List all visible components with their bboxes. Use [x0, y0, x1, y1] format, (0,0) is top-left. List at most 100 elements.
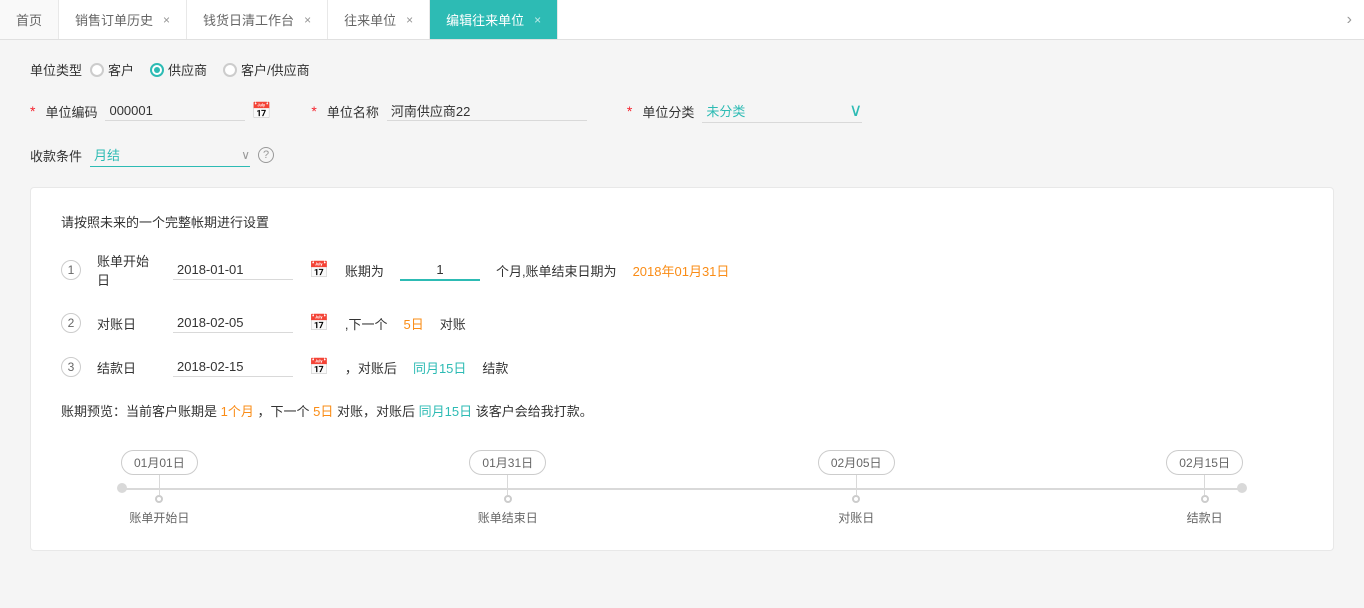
payment-terms-label: 收款条件	[30, 146, 82, 165]
payment-desc-highlight: 同月15日	[413, 358, 466, 377]
row-label-1: 账单开始日	[97, 251, 157, 289]
row-number-3: 3	[61, 357, 81, 377]
period-settings-card: 请按照未来的一个完整帐期进行设置 1 账单开始日 📅 账期为 个月,账单结束日期…	[30, 187, 1334, 551]
tab-partner-units-label: 往来单位	[344, 10, 396, 29]
unit-info-row: * 单位编码 📅 * 单位名称 * 单位分类 未分类 ∨	[30, 99, 1334, 123]
preview-part3: 同月15日	[419, 404, 472, 419]
row-number-1: 1	[61, 260, 81, 280]
payment-terms-select[interactable]: 月结 ∨	[90, 143, 250, 167]
tab-partner-units[interactable]: 往来单位 ×	[328, 0, 430, 39]
chevron-right-icon: ›	[1347, 11, 1352, 29]
reconcile-date-input[interactable]	[173, 313, 293, 333]
timeline-point-4: 02月15日 结款日	[1166, 450, 1243, 526]
unit-code-star: *	[30, 103, 35, 119]
unit-code-label: 单位编码	[45, 102, 97, 121]
row-label-3: 结款日	[97, 358, 157, 377]
unit-type-radio-group: 客户 供应商 客户/供应商	[90, 60, 310, 79]
tab-cash-ledger-label: 钱货日清工作台	[203, 10, 294, 29]
preview-part2: 5日	[313, 404, 333, 419]
radio-both[interactable]: 客户/供应商	[223, 60, 310, 79]
timeline-points: 01月01日 账单开始日 01月31日 账单结束日 02月05日	[121, 450, 1243, 526]
start-date-input[interactable]	[173, 260, 293, 280]
payment-terms-arrow: ∨	[241, 148, 250, 162]
start-date-calendar-icon[interactable]: 📅	[309, 260, 329, 280]
setting-row-1: 1 账单开始日 📅 账期为 个月,账单结束日期为 2018年01月31日	[61, 251, 1303, 289]
setting-row-3: 3 结款日 📅 ，对账后 同月15日 结款	[61, 357, 1303, 377]
period-value-input[interactable]	[400, 260, 480, 281]
payment-terms-value: 月结	[90, 143, 241, 166]
timeline-dot-3	[852, 495, 860, 503]
timeline-badge-3: 02月05日	[818, 450, 895, 475]
unit-code-field: * 单位编码 📅	[30, 101, 271, 121]
timeline-dot-4	[1201, 495, 1209, 503]
unit-name-field: * 单位名称	[311, 101, 586, 121]
tab-edit-partner-close[interactable]: ×	[534, 13, 541, 27]
preview-mid2: 对账，对账后	[337, 404, 415, 419]
radio-supplier-circle	[150, 63, 164, 77]
payment-date-calendar-icon[interactable]: 📅	[309, 357, 329, 377]
payment-date-input[interactable]	[173, 357, 293, 377]
unit-type-field: 单位类型 客户 供应商 客户/供应商	[30, 60, 310, 79]
timeline-label-3: 对账日	[838, 509, 874, 526]
card-title: 请按照未来的一个完整帐期进行设置	[61, 212, 1303, 231]
row-label-2: 对账日	[97, 314, 157, 333]
preview-part1: 1个月	[221, 404, 254, 419]
tab-home[interactable]: 首页	[0, 0, 59, 39]
radio-customer-circle	[90, 63, 104, 77]
setting-row-2: 2 对账日 📅 ,下一个 5日 对账	[61, 313, 1303, 333]
tab-cash-ledger-close[interactable]: ×	[304, 13, 311, 27]
timeline-line-2	[507, 475, 508, 495]
tabs-bar: 首页 销售订单历史 × 钱货日清工作台 × 往来单位 × 编辑往来单位 × ›	[0, 0, 1364, 40]
reconcile-desc-suffix: 对账	[440, 314, 466, 333]
timeline-label-1: 账单开始日	[129, 509, 189, 526]
tab-cash-ledger[interactable]: 钱货日清工作台 ×	[187, 0, 328, 39]
unit-category-field: * 单位分类 未分类 ∨	[627, 99, 862, 123]
unit-type-label: 单位类型	[30, 60, 82, 79]
tab-edit-partner-label: 编辑往来单位	[446, 10, 524, 29]
tab-edit-partner[interactable]: 编辑往来单位 ×	[430, 0, 558, 39]
reconcile-desc-highlight: 5日	[404, 314, 424, 333]
timeline-dot-1	[155, 495, 163, 503]
unit-name-star: *	[311, 103, 316, 119]
timeline-point-1: 01月01日 账单开始日	[121, 450, 198, 526]
tab-sales-history-label: 销售订单历史	[75, 10, 153, 29]
unit-category-star: *	[627, 103, 632, 119]
unit-name-label: 单位名称	[327, 102, 379, 121]
timeline-line-1	[159, 475, 160, 495]
preview-label: 账期预览：当前客户账期是	[61, 404, 217, 419]
timeline-wrapper: 01月01日 账单开始日 01月31日 账单结束日 02月05日	[61, 450, 1303, 526]
unit-type-row: 单位类型 客户 供应商 客户/供应商	[30, 60, 1334, 79]
timeline-badge-4: 02月15日	[1166, 450, 1243, 475]
preview-mid1: ，下一个	[258, 404, 310, 419]
period-prefix: 账期为	[345, 261, 384, 280]
radio-both-circle	[223, 63, 237, 77]
radio-customer-label: 客户	[108, 60, 134, 79]
tab-sales-history-close[interactable]: ×	[163, 13, 170, 27]
unit-category-select[interactable]: 未分类 ∨	[702, 99, 862, 123]
payment-terms-help-icon[interactable]: ?	[258, 147, 274, 163]
row-number-2: 2	[61, 313, 81, 333]
timeline-badge-2: 01月31日	[469, 450, 546, 475]
reconcile-date-calendar-icon[interactable]: 📅	[309, 313, 329, 333]
timeline-point-2: 01月31日 账单结束日	[469, 450, 546, 526]
tab-partner-units-close[interactable]: ×	[406, 13, 413, 27]
payment-desc-suffix: 结款	[482, 358, 508, 377]
preview-section: 账期预览：当前客户账期是 1个月 ，下一个 5日 对账，对账后 同月15日 该客…	[61, 401, 1303, 420]
radio-supplier-label: 供应商	[168, 60, 207, 79]
timeline-line-3	[856, 475, 857, 495]
unit-name-input[interactable]	[387, 101, 587, 121]
unit-code-calendar-icon[interactable]: 📅	[251, 101, 271, 121]
period-suffix: 个月,账单结束日期为	[496, 261, 617, 280]
tab-home-label: 首页	[16, 10, 42, 29]
radio-both-label: 客户/供应商	[241, 60, 310, 79]
payment-desc-prefix: ，对账后	[345, 358, 397, 377]
timeline-label-4: 结款日	[1187, 509, 1223, 526]
timeline-badge-1: 01月01日	[121, 450, 198, 475]
radio-customer[interactable]: 客户	[90, 60, 134, 79]
radio-supplier[interactable]: 供应商	[150, 60, 207, 79]
period-end-date: 2018年01月31日	[633, 261, 730, 280]
tabs-more-arrow[interactable]: ›	[1335, 0, 1364, 39]
unit-category-value: 未分类	[702, 99, 849, 122]
tab-sales-history[interactable]: 销售订单历史 ×	[59, 0, 187, 39]
unit-code-input[interactable]	[105, 101, 245, 121]
